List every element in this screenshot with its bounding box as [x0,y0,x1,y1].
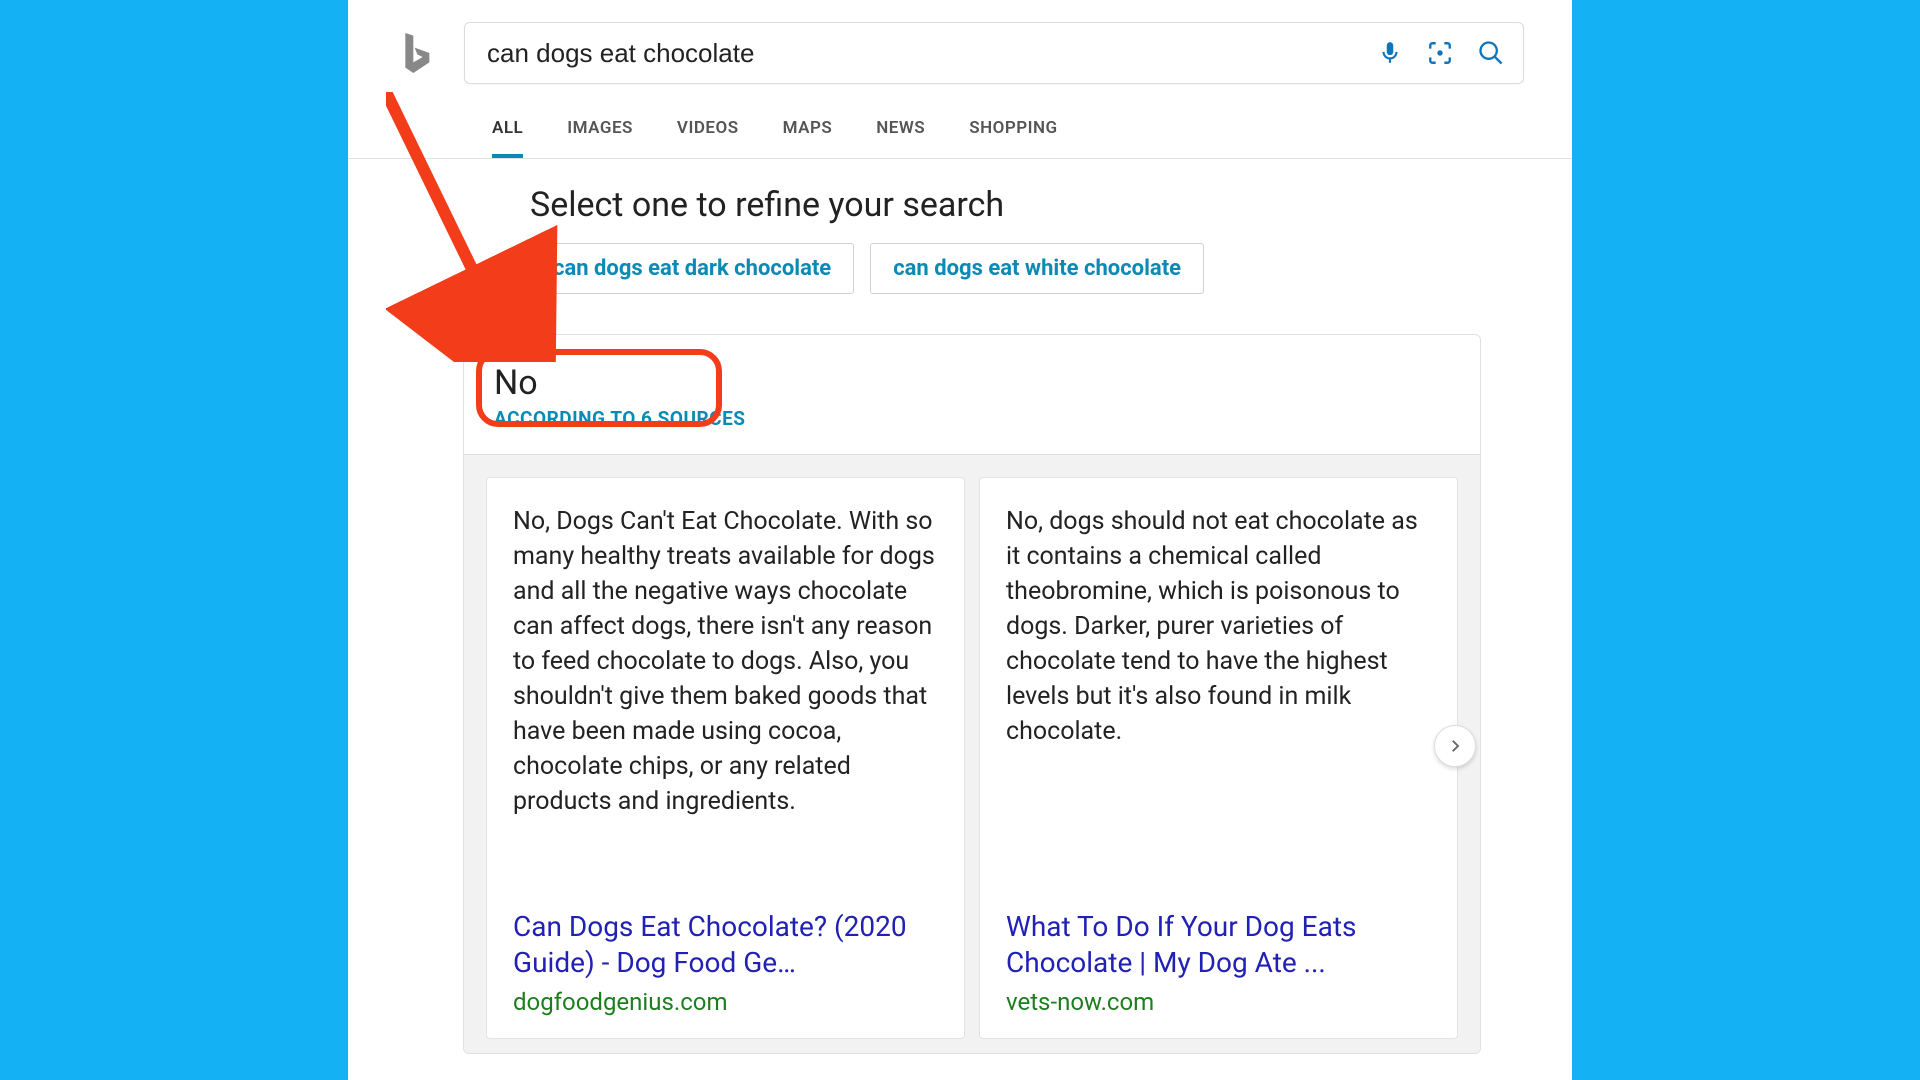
next-card-button[interactable] [1434,725,1476,767]
tab-videos[interactable]: VIDEOS [677,118,739,158]
page-container: ALL IMAGES VIDEOS MAPS NEWS SHOPPING Sel… [348,0,1572,1080]
search-icon[interactable] [1477,39,1505,67]
tab-all[interactable]: ALL [492,118,523,158]
camera-search-icon[interactable] [1427,40,1453,66]
tab-shopping[interactable]: SHOPPING [969,118,1057,158]
category-tabs: ALL IMAGES VIDEOS MAPS NEWS SHOPPING [348,118,1572,159]
refine-title: Select one to refine your search [530,185,1572,225]
card-body: No, dogs should not eat chocolate as it … [1006,504,1431,819]
searchbox-icons [1377,39,1505,67]
microphone-icon[interactable] [1377,40,1403,66]
answer-box: No ACCORDING TO 6 SOURCES No, Dogs Can't… [463,334,1481,1054]
refine-chip[interactable]: can dogs eat dark chocolate [530,243,854,294]
refine-chip[interactable]: can dogs eat white chocolate [870,243,1204,294]
card-link[interactable]: Can Dogs Eat Chocolate? (2020 Guide) - D… [513,909,938,982]
card-link[interactable]: What To Do If Your Dog Eats Chocolate | … [1006,909,1431,982]
header [348,0,1572,84]
card-body: No, Dogs Can't Eat Chocolate. With so ma… [513,504,938,819]
answer-word: No [494,363,1450,403]
tab-images[interactable]: IMAGES [567,118,633,158]
source-card[interactable]: No, dogs should not eat chocolate as it … [979,477,1458,1039]
card-domain: dogfoodgenius.com [513,988,938,1016]
answer-sources[interactable]: ACCORDING TO 6 SOURCES [494,407,1450,430]
bing-logo[interactable] [396,28,436,78]
answer-header: No ACCORDING TO 6 SOURCES [464,335,1480,454]
search-input[interactable] [487,38,1377,69]
search-box[interactable] [464,22,1524,84]
chevron-right-icon [1446,737,1464,755]
tab-news[interactable]: NEWS [876,118,925,158]
source-card[interactable]: No, Dogs Can't Eat Chocolate. With so ma… [486,477,965,1039]
source-cards: No, Dogs Can't Eat Chocolate. With so ma… [464,454,1480,1053]
refine-section: Select one to refine your search can dog… [348,159,1572,294]
tab-maps[interactable]: MAPS [783,118,833,158]
card-domain: vets-now.com [1006,988,1431,1016]
refine-chips: can dogs eat dark chocolate can dogs eat… [530,243,1572,294]
